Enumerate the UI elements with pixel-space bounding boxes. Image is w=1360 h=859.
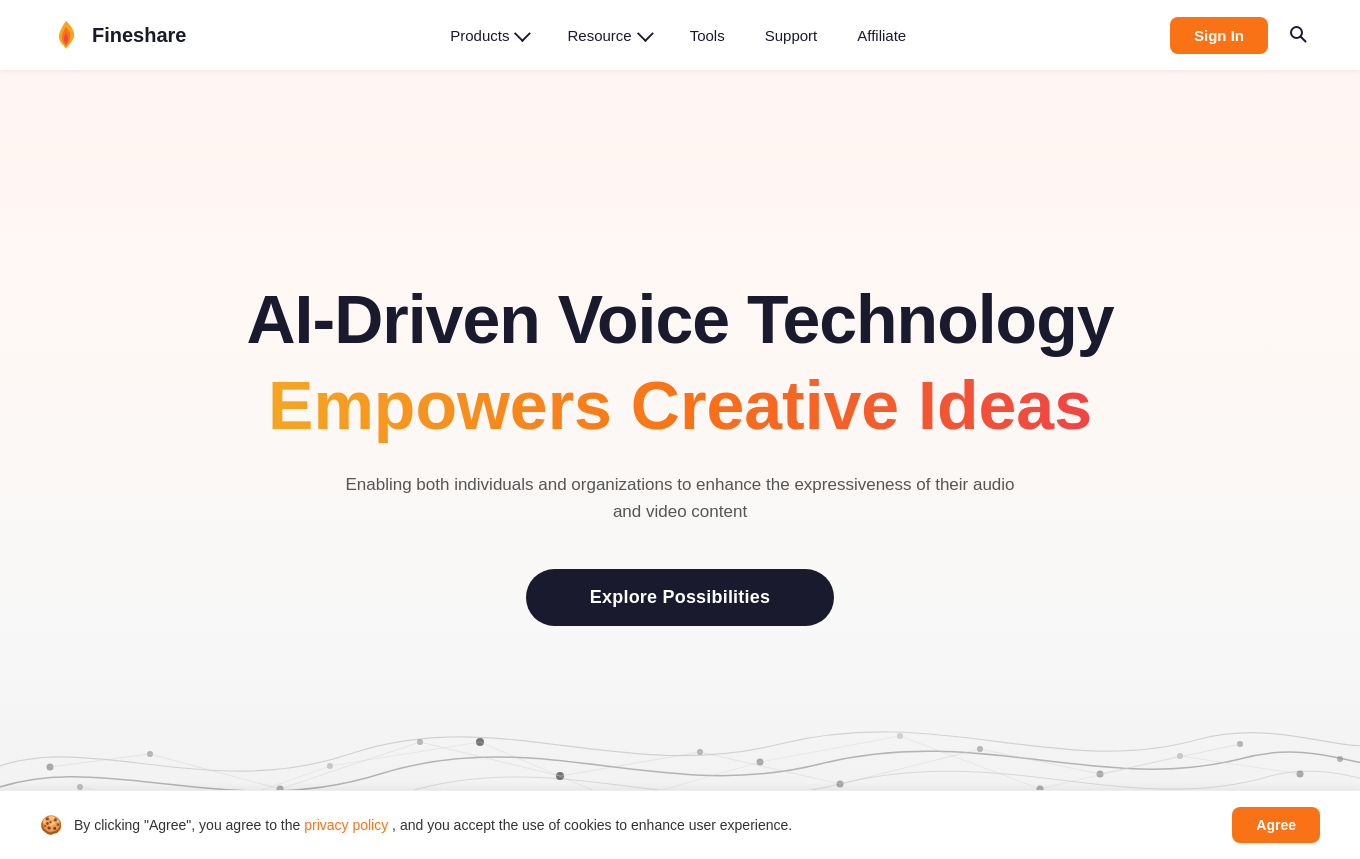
chevron-down-icon bbox=[637, 25, 654, 42]
svg-point-7 bbox=[556, 772, 564, 780]
svg-point-3 bbox=[47, 764, 54, 771]
privacy-policy-link[interactable]: privacy policy bbox=[304, 817, 392, 833]
svg-point-10 bbox=[977, 746, 983, 752]
svg-line-32 bbox=[1100, 744, 1240, 774]
svg-point-20 bbox=[897, 733, 903, 739]
cookie-text: By clicking "Agree", you agree to the pr… bbox=[74, 817, 1208, 833]
hero-title-main: AI-Driven Voice Technology bbox=[247, 282, 1114, 357]
svg-point-8 bbox=[697, 749, 703, 755]
svg-line-26 bbox=[280, 742, 420, 789]
svg-line-30 bbox=[840, 749, 980, 784]
nav-item-affiliate[interactable]: Affiliate bbox=[857, 27, 906, 44]
nav-link-support[interactable]: Support bbox=[765, 27, 818, 44]
svg-line-29 bbox=[700, 752, 840, 784]
nav-right: Sign In bbox=[1170, 17, 1312, 54]
logo-text: Fineshare bbox=[92, 24, 186, 47]
svg-line-31 bbox=[980, 749, 1100, 774]
svg-point-13 bbox=[1337, 756, 1343, 762]
svg-point-23 bbox=[1297, 771, 1304, 778]
svg-line-27 bbox=[420, 742, 560, 776]
explore-button[interactable]: Explore Possibilities bbox=[526, 569, 834, 626]
svg-line-2 bbox=[1300, 36, 1305, 41]
svg-point-12 bbox=[1237, 741, 1243, 747]
svg-line-28 bbox=[560, 752, 700, 776]
navbar: Fineshare Products Resource Tools Suppor… bbox=[0, 0, 1360, 70]
signin-button[interactable]: Sign In bbox=[1170, 17, 1268, 54]
nav-item-tools[interactable]: Tools bbox=[690, 27, 725, 44]
nav-item-products[interactable]: Products bbox=[450, 27, 527, 44]
nav-item-resource[interactable]: Resource bbox=[567, 27, 649, 44]
chevron-down-icon bbox=[514, 25, 531, 42]
hero-section: AI-Driven Voice Technology Empowers Crea… bbox=[0, 70, 1360, 858]
svg-point-4 bbox=[147, 751, 153, 757]
nav-link-tools[interactable]: Tools bbox=[690, 27, 725, 44]
svg-line-40 bbox=[1040, 756, 1180, 789]
svg-line-35 bbox=[330, 742, 480, 766]
cookie-banner: 🍪 By clicking "Agree", you agree to the … bbox=[0, 790, 1360, 858]
svg-line-25 bbox=[150, 754, 280, 789]
logo-icon bbox=[48, 17, 84, 53]
svg-point-9 bbox=[837, 781, 844, 788]
svg-point-22 bbox=[1177, 753, 1183, 759]
svg-point-11 bbox=[1097, 771, 1104, 778]
cookie-emoji: 🍪 bbox=[40, 814, 62, 836]
logo-link[interactable]: Fineshare bbox=[48, 17, 186, 53]
search-icon bbox=[1288, 24, 1308, 44]
svg-line-41 bbox=[1180, 756, 1300, 774]
nav-links: Products Resource Tools Support Affiliat… bbox=[450, 27, 906, 44]
agree-button[interactable]: Agree bbox=[1232, 807, 1320, 843]
svg-line-39 bbox=[900, 736, 1040, 789]
nav-link-resource[interactable]: Resource bbox=[567, 27, 649, 44]
nav-link-products[interactable]: Products bbox=[450, 27, 527, 44]
search-button[interactable] bbox=[1284, 20, 1312, 51]
hero-subtitle: Enabling both individuals and organizati… bbox=[340, 471, 1020, 525]
svg-line-38 bbox=[760, 736, 900, 762]
nav-link-affiliate[interactable]: Affiliate bbox=[857, 27, 906, 44]
svg-point-6 bbox=[417, 739, 423, 745]
svg-point-19 bbox=[757, 759, 764, 766]
svg-line-24 bbox=[50, 754, 150, 767]
svg-point-16 bbox=[327, 763, 333, 769]
hero-title-accent: Empowers Creative Ideas bbox=[268, 368, 1092, 443]
nav-item-support[interactable]: Support bbox=[765, 27, 818, 44]
svg-point-17 bbox=[476, 738, 484, 746]
